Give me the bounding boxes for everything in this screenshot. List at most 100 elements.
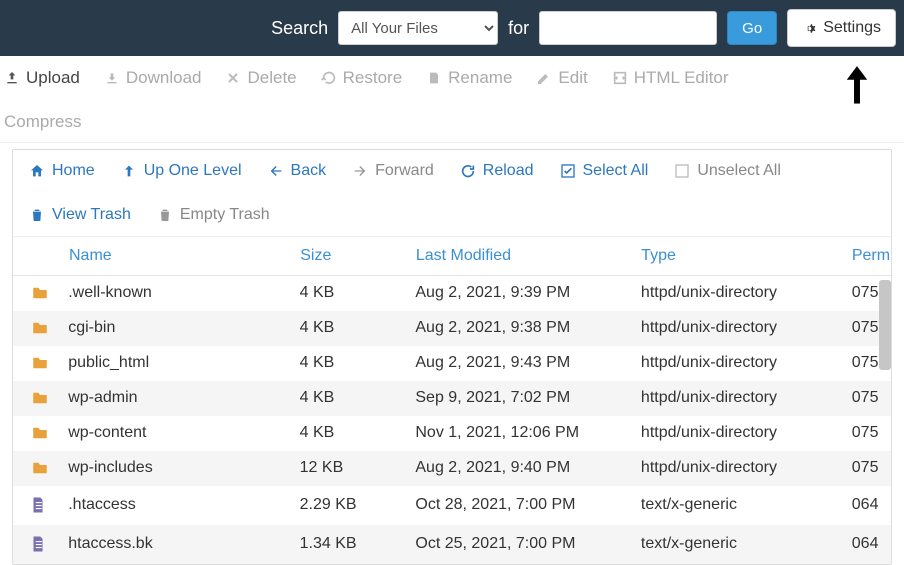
settings-button[interactable]: Settings <box>787 9 896 47</box>
upload-button[interactable]: Upload <box>4 68 80 88</box>
for-label: for <box>508 18 529 39</box>
home-button[interactable]: Home <box>29 162 95 180</box>
table-row[interactable]: cgi-bin4 KBAug 2, 2021, 9:38 PMhttpd/uni… <box>13 311 891 346</box>
table-header: Name Size Last Modified Type Perm <box>13 236 891 276</box>
row-perm: 064 <box>852 496 891 514</box>
row-size: 1.34 KB <box>300 535 416 553</box>
table-body: .well-known4 KBAug 2, 2021, 9:39 PMhttpd… <box>13 276 891 564</box>
file-table: Name Size Last Modified Type Perm .well-… <box>13 236 891 564</box>
table-row[interactable]: public_html4 KBAug 2, 2021, 9:43 PMhttpd… <box>13 346 891 381</box>
row-name: cgi-bin <box>68 319 299 337</box>
pencil-icon <box>536 70 552 86</box>
row-modified: Oct 28, 2021, 7:00 PM <box>415 496 641 514</box>
upload-icon <box>4 70 20 86</box>
row-size: 4 KB <box>300 389 416 407</box>
col-size[interactable]: Size <box>300 247 416 265</box>
table-row[interactable]: .well-known4 KBAug 2, 2021, 9:39 PMhttpd… <box>13 276 891 311</box>
row-type: httpd/unix-directory <box>641 389 852 407</box>
col-modified[interactable]: Last Modified <box>416 247 641 265</box>
search-input[interactable] <box>539 11 717 45</box>
table-row[interactable]: wp-content4 KBNov 1, 2021, 12:06 PMhttpd… <box>13 416 891 451</box>
row-type: httpd/unix-directory <box>641 354 852 372</box>
nav-row: Home Up One Level Back Forward Reload Se… <box>13 150 891 236</box>
unselect-all-button[interactable]: Unselect All <box>674 162 781 180</box>
row-type: httpd/unix-directory <box>641 424 852 442</box>
edit-button[interactable]: Edit <box>536 68 587 88</box>
action-toolbar: Upload Download Delete Restore Rename Ed… <box>0 56 904 143</box>
up-arrow-icon <box>121 163 137 179</box>
row-size: 12 KB <box>300 459 416 477</box>
search-scope-select[interactable]: All Your Files <box>338 11 498 45</box>
delete-icon <box>225 70 241 86</box>
trash-icon <box>157 207 173 223</box>
row-icon <box>29 389 68 407</box>
compress-button[interactable]: Compress <box>4 112 900 132</box>
top-search-bar: Search All Your Files for Go Settings <box>0 0 904 56</box>
row-size: 4 KB <box>300 319 416 337</box>
row-name: public_html <box>68 354 299 372</box>
scrollbar-thumb[interactable] <box>879 280 891 370</box>
settings-label: Settings <box>823 19 881 37</box>
row-icon <box>29 459 68 477</box>
search-label: Search <box>271 18 328 39</box>
rename-icon <box>426 70 442 86</box>
row-modified: Aug 2, 2021, 9:43 PM <box>415 354 641 372</box>
row-name: .htaccess <box>68 496 299 514</box>
reload-button[interactable]: Reload <box>460 162 534 180</box>
col-name[interactable]: Name <box>69 247 300 265</box>
row-modified: Aug 2, 2021, 9:39 PM <box>415 284 641 302</box>
row-type: text/x-generic <box>641 496 852 514</box>
file-icon <box>29 533 47 555</box>
row-modified: Sep 9, 2021, 7:02 PM <box>415 389 641 407</box>
folder-icon <box>29 284 51 302</box>
html-editor-icon <box>612 70 628 86</box>
back-arrow-icon <box>268 163 284 179</box>
back-button[interactable]: Back <box>268 162 327 180</box>
restore-button[interactable]: Restore <box>321 68 403 88</box>
row-type: text/x-generic <box>641 535 852 553</box>
row-perm: 064 <box>852 535 891 553</box>
row-size: 4 KB <box>300 354 416 372</box>
view-trash-button[interactable]: View Trash <box>29 206 131 224</box>
html-editor-button[interactable]: HTML Editor <box>612 68 729 88</box>
row-perm: 075 <box>852 459 891 477</box>
row-size: 4 KB <box>300 284 416 302</box>
forward-button[interactable]: Forward <box>352 162 434 180</box>
col-perm[interactable]: Perm <box>852 247 891 265</box>
row-icon <box>29 533 68 555</box>
row-size: 2.29 KB <box>300 496 416 514</box>
table-row[interactable]: wp-includes12 KBAug 2, 2021, 9:40 PMhttp… <box>13 451 891 486</box>
row-name: wp-admin <box>68 389 299 407</box>
row-modified: Nov 1, 2021, 12:06 PM <box>415 424 641 442</box>
forward-arrow-icon <box>352 163 368 179</box>
download-icon <box>104 70 120 86</box>
folder-icon <box>29 424 51 442</box>
folder-icon <box>29 459 51 477</box>
rename-button[interactable]: Rename <box>426 68 512 88</box>
up-one-level-button[interactable]: Up One Level <box>121 162 242 180</box>
row-modified: Oct 25, 2021, 7:00 PM <box>415 535 641 553</box>
row-name: wp-includes <box>68 459 299 477</box>
row-name: .well-known <box>68 284 299 302</box>
row-icon <box>29 284 68 302</box>
table-row[interactable]: htaccess.bk1.34 KBOct 25, 2021, 7:00 PMt… <box>13 525 891 564</box>
empty-square-icon <box>674 163 690 179</box>
select-all-button[interactable]: Select All <box>560 162 649 180</box>
download-button[interactable]: Download <box>104 68 202 88</box>
empty-trash-button[interactable]: Empty Trash <box>157 206 270 224</box>
row-type: httpd/unix-directory <box>641 459 852 477</box>
col-type[interactable]: Type <box>641 247 852 265</box>
home-icon <box>29 163 45 179</box>
delete-button[interactable]: Delete <box>225 68 296 88</box>
reload-icon <box>460 163 476 179</box>
go-button[interactable]: Go <box>727 11 777 45</box>
row-modified: Aug 2, 2021, 9:40 PM <box>415 459 641 477</box>
row-modified: Aug 2, 2021, 9:38 PM <box>415 319 641 337</box>
table-row[interactable]: .htaccess2.29 KBOct 28, 2021, 7:00 PMtex… <box>13 486 891 525</box>
row-name: htaccess.bk <box>68 535 299 553</box>
gear-icon <box>802 21 817 36</box>
trash-icon <box>29 207 45 223</box>
row-size: 4 KB <box>300 424 416 442</box>
row-name: wp-content <box>68 424 299 442</box>
table-row[interactable]: wp-admin4 KBSep 9, 2021, 7:02 PMhttpd/un… <box>13 381 891 416</box>
